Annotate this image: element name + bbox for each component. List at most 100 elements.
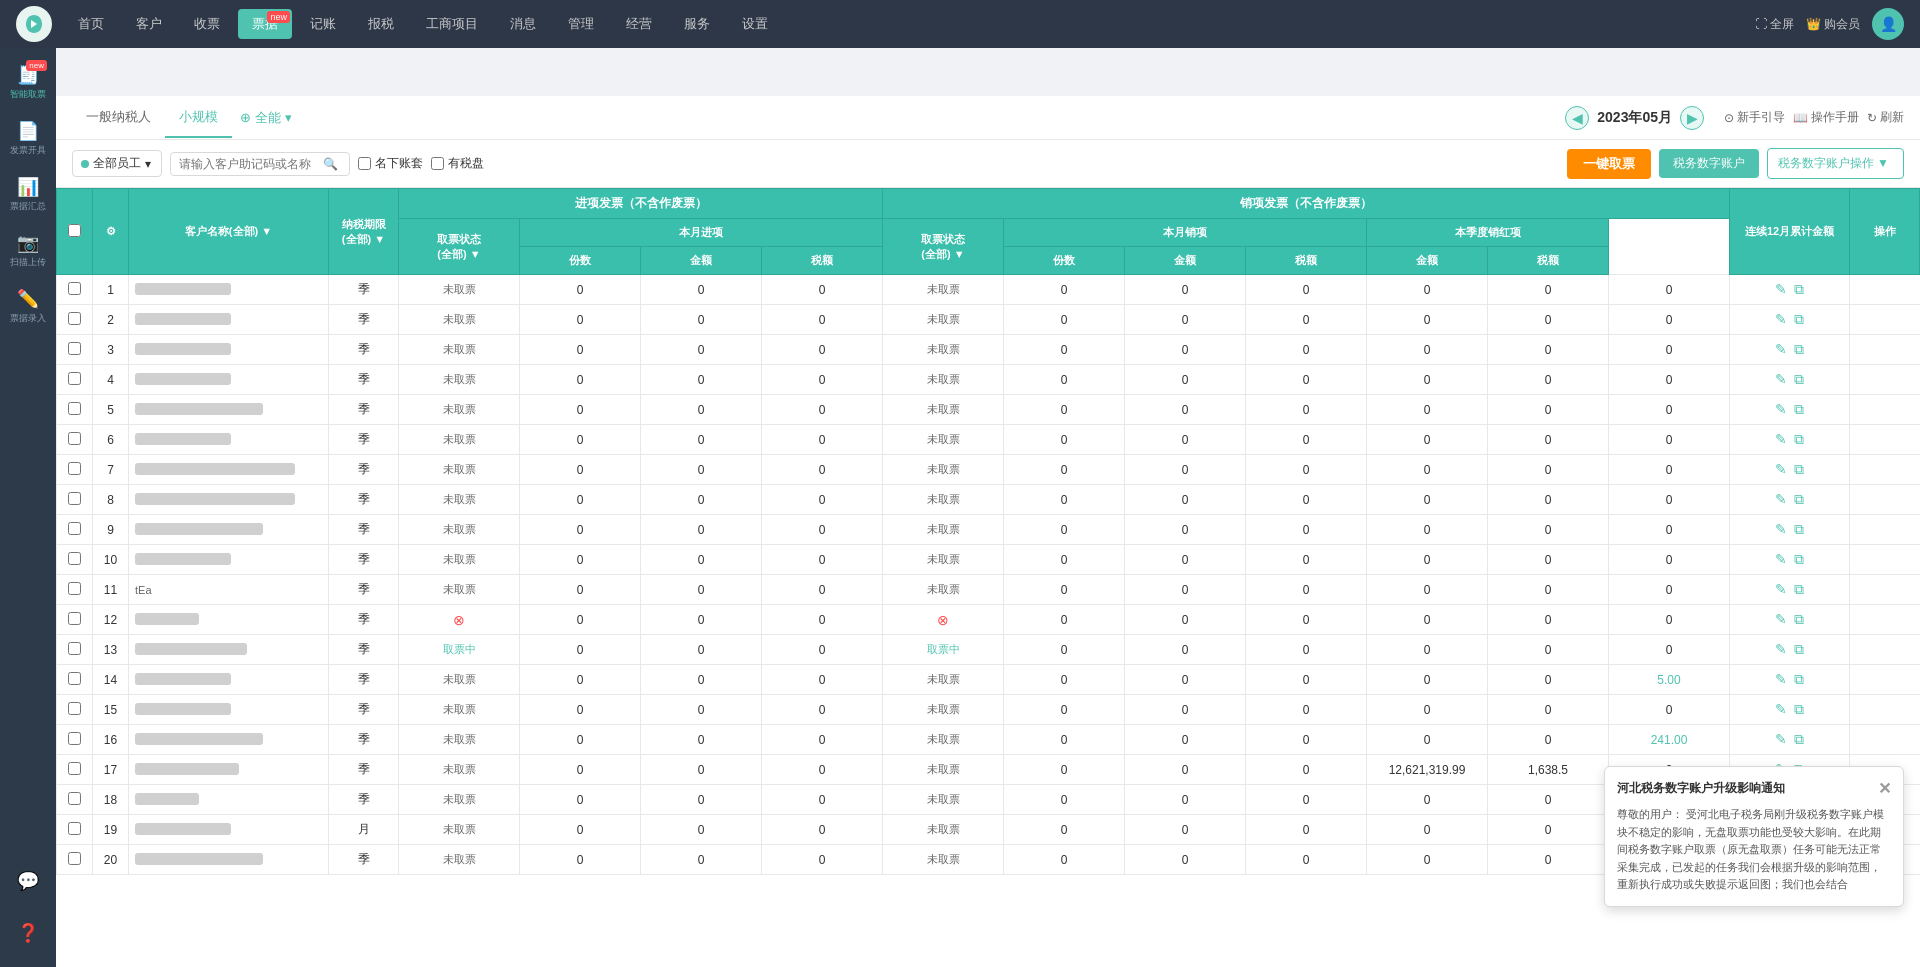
- row-checkbox[interactable]: [68, 672, 81, 685]
- copy-icon[interactable]: ⧉: [1794, 371, 1804, 387]
- period-prev-btn[interactable]: ◀: [1565, 106, 1589, 130]
- edit-icon[interactable]: ✎: [1775, 311, 1787, 327]
- th-tax-period[interactable]: 纳税期限(全部) ▼: [329, 189, 399, 275]
- copy-icon[interactable]: ⧉: [1794, 491, 1804, 507]
- digital-account-action-btn[interactable]: 税务数字账户操作 ▼: [1767, 148, 1904, 179]
- nav-manage[interactable]: 管理: [554, 9, 608, 39]
- user-avatar[interactable]: 👤: [1872, 8, 1904, 40]
- edit-icon[interactable]: ✎: [1775, 491, 1787, 507]
- nav-operation[interactable]: 经营: [612, 9, 666, 39]
- nav-tax[interactable]: 报税: [354, 9, 408, 39]
- copy-icon[interactable]: ⧉: [1794, 281, 1804, 297]
- th-customer-name[interactable]: 客户名称(全部) ▼: [129, 189, 329, 275]
- nav-receive[interactable]: 收票: [180, 9, 234, 39]
- row-checkbox[interactable]: [68, 372, 81, 385]
- td-checkbox[interactable]: [57, 425, 93, 455]
- td-checkbox[interactable]: [57, 605, 93, 635]
- copy-icon[interactable]: ⧉: [1794, 581, 1804, 597]
- td-checkbox[interactable]: [57, 845, 93, 875]
- tab-small-scale[interactable]: 小规模: [165, 98, 232, 138]
- td-checkbox[interactable]: [57, 755, 93, 785]
- checkbox-tax[interactable]: [431, 157, 444, 170]
- edit-icon[interactable]: ✎: [1775, 371, 1787, 387]
- nav-service[interactable]: 服务: [670, 9, 724, 39]
- copy-icon[interactable]: ⧉: [1794, 401, 1804, 417]
- edit-icon[interactable]: ✎: [1775, 731, 1787, 747]
- sidebar-item-summary[interactable]: 📊 票据汇总: [3, 168, 53, 220]
- edit-icon[interactable]: ✎: [1775, 401, 1787, 417]
- sidebar-item-help[interactable]: ❓: [3, 907, 53, 959]
- td-checkbox[interactable]: [57, 695, 93, 725]
- td-checkbox[interactable]: [57, 725, 93, 755]
- th-checkbox[interactable]: [57, 189, 93, 275]
- row-checkbox[interactable]: [68, 552, 81, 565]
- row-checkbox[interactable]: [68, 792, 81, 805]
- sidebar-item-smart-invoice[interactable]: 🧾 智能取票 new: [3, 56, 53, 108]
- copy-icon[interactable]: ⧉: [1794, 731, 1804, 747]
- edit-icon[interactable]: ✎: [1775, 701, 1787, 717]
- checkbox-tax-label[interactable]: 有税盘: [431, 155, 484, 172]
- digital-account-btn[interactable]: 税务数字账户: [1659, 149, 1759, 178]
- edit-icon[interactable]: ✎: [1775, 641, 1787, 657]
- row-checkbox[interactable]: [68, 342, 81, 355]
- row-checkbox[interactable]: [68, 462, 81, 475]
- row-checkbox[interactable]: [68, 402, 81, 415]
- row-checkbox[interactable]: [68, 522, 81, 535]
- edit-icon[interactable]: ✎: [1775, 281, 1787, 297]
- sidebar-item-entry[interactable]: ✏️ 票据录入: [3, 280, 53, 332]
- select-all-checkbox[interactable]: [68, 224, 81, 237]
- td-checkbox[interactable]: [57, 395, 93, 425]
- td-checkbox[interactable]: [57, 455, 93, 485]
- guide-btn[interactable]: ⊙ 新手引导: [1724, 109, 1785, 126]
- row-checkbox[interactable]: [68, 732, 81, 745]
- copy-icon[interactable]: ⧉: [1794, 641, 1804, 657]
- th-out-status[interactable]: 取票状态(全部) ▼: [883, 219, 1004, 275]
- nav-message[interactable]: 消息: [496, 9, 550, 39]
- copy-icon[interactable]: ⧉: [1794, 671, 1804, 687]
- checkbox-account-label[interactable]: 名下账套: [358, 155, 423, 172]
- td-checkbox[interactable]: [57, 335, 93, 365]
- th-settings[interactable]: ⚙: [93, 189, 129, 275]
- manual-btn[interactable]: 📖 操作手册: [1793, 109, 1859, 126]
- row-checkbox[interactable]: [68, 282, 81, 295]
- edit-icon[interactable]: ✎: [1775, 551, 1787, 567]
- copy-icon[interactable]: ⧉: [1794, 611, 1804, 627]
- row-checkbox[interactable]: [68, 852, 81, 865]
- td-checkbox[interactable]: [57, 275, 93, 305]
- td-checkbox[interactable]: [57, 815, 93, 845]
- fullscreen-btn[interactable]: ⛶ 全屏: [1755, 16, 1794, 33]
- nav-invoice[interactable]: 票据 new: [238, 9, 292, 39]
- copy-icon[interactable]: ⧉: [1794, 431, 1804, 447]
- tab-general-taxpayer[interactable]: 一般纳税人: [72, 98, 165, 138]
- nav-business[interactable]: 工商项目: [412, 9, 492, 39]
- checkbox-account[interactable]: [358, 157, 371, 170]
- edit-icon[interactable]: ✎: [1775, 521, 1787, 537]
- nav-settings[interactable]: 设置: [728, 9, 782, 39]
- row-checkbox[interactable]: [68, 492, 81, 505]
- td-checkbox[interactable]: [57, 515, 93, 545]
- td-checkbox[interactable]: [57, 305, 93, 335]
- member-btn[interactable]: 👑 购会员: [1806, 16, 1860, 33]
- copy-icon[interactable]: ⧉: [1794, 551, 1804, 567]
- sidebar-item-issue-invoice[interactable]: 📄 发票开具: [3, 112, 53, 164]
- row-checkbox[interactable]: [68, 582, 81, 595]
- copy-icon[interactable]: ⧉: [1794, 341, 1804, 357]
- edit-icon[interactable]: ✎: [1775, 431, 1787, 447]
- tab-all[interactable]: ⊕ 全能 ▾: [232, 103, 300, 133]
- th-in-status[interactable]: 取票状态(全部) ▼: [399, 219, 520, 275]
- copy-icon[interactable]: ⧉: [1794, 521, 1804, 537]
- td-checkbox[interactable]: [57, 665, 93, 695]
- sidebar-item-scan[interactable]: 📷 扫描上传: [3, 224, 53, 276]
- edit-icon[interactable]: ✎: [1775, 341, 1787, 357]
- employee-select[interactable]: 全部员工 ▾: [72, 150, 162, 177]
- nav-home[interactable]: 首页: [64, 9, 118, 39]
- copy-icon[interactable]: ⧉: [1794, 701, 1804, 717]
- row-checkbox[interactable]: [68, 642, 81, 655]
- refresh-btn[interactable]: ↻ 刷新: [1867, 109, 1904, 126]
- period-next-btn[interactable]: ▶: [1680, 106, 1704, 130]
- row-checkbox[interactable]: [68, 612, 81, 625]
- td-checkbox[interactable]: [57, 485, 93, 515]
- nav-customer[interactable]: 客户: [122, 9, 176, 39]
- row-checkbox[interactable]: [68, 432, 81, 445]
- td-checkbox[interactable]: [57, 575, 93, 605]
